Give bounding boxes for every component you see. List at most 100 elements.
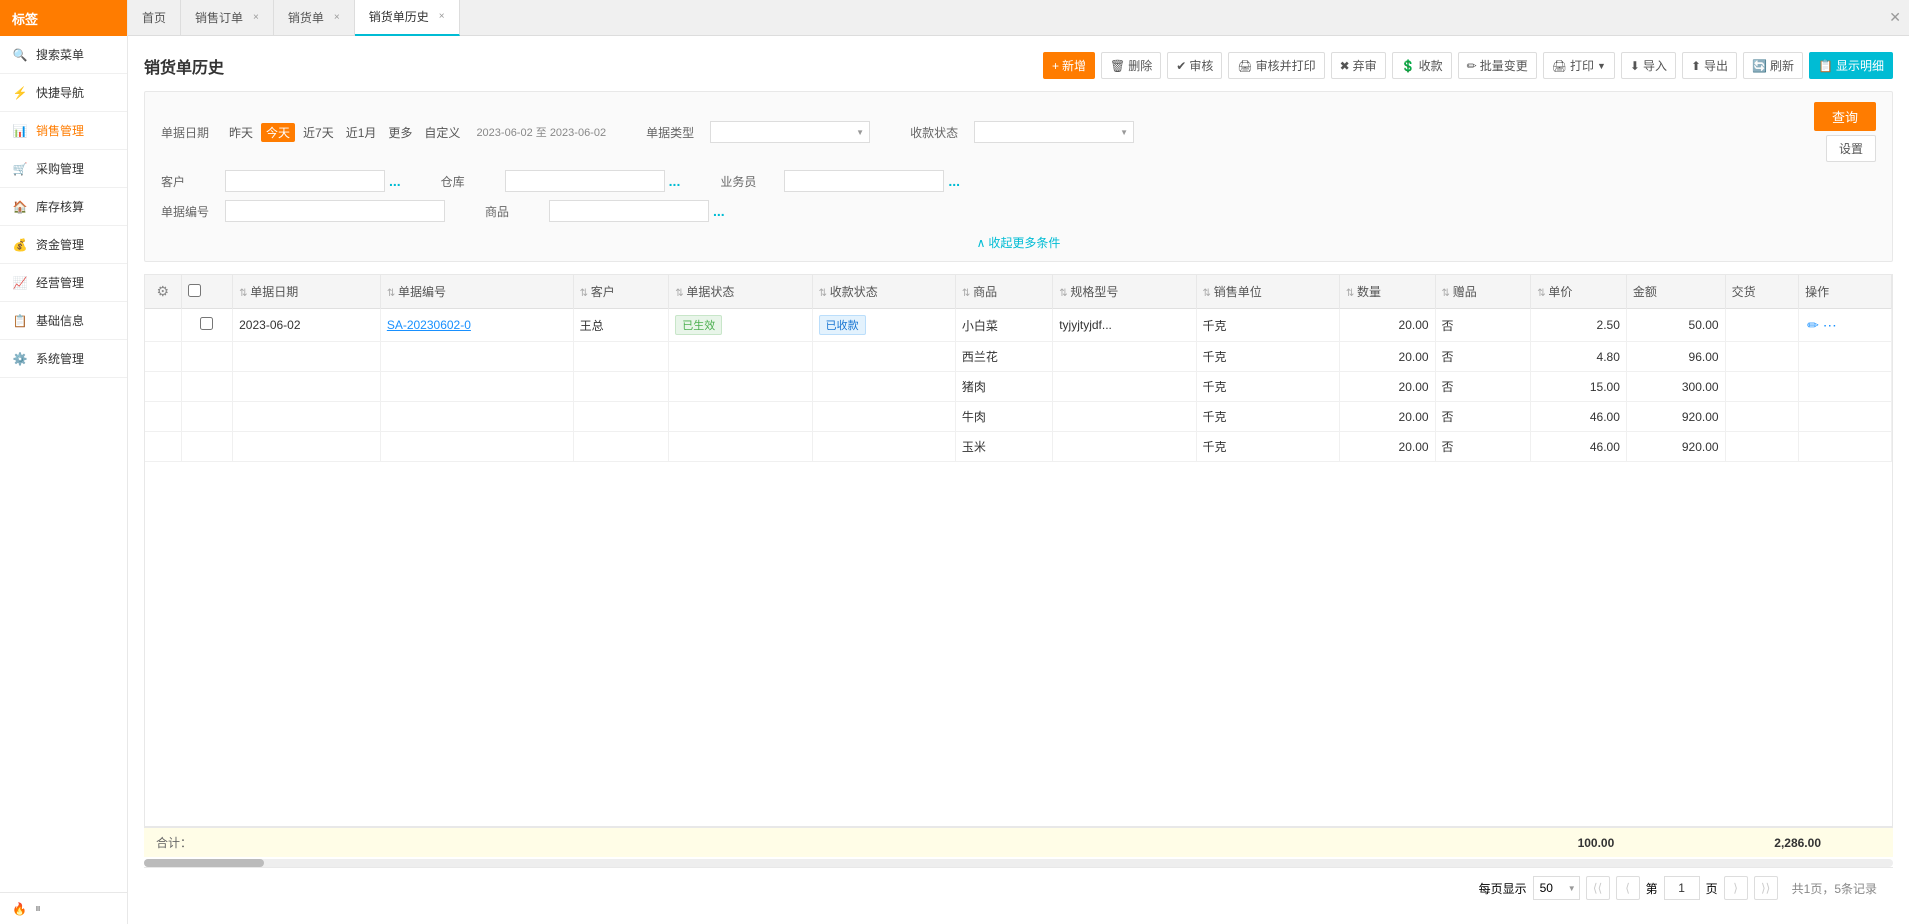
td-checkbox[interactable] [181, 309, 233, 342]
tab-sales-order[interactable]: 销售订单 × [181, 0, 274, 36]
td-checkbox[interactable] [181, 432, 233, 462]
delete-button[interactable]: 🗑 删除 [1101, 52, 1161, 79]
page-number-input[interactable] [1664, 876, 1700, 900]
setting-button[interactable]: 设置 [1826, 135, 1876, 162]
th-gift[interactable]: 赠品 [1435, 275, 1531, 309]
page-prev-btn[interactable]: ⟨ [1616, 876, 1640, 900]
warehouse-dots[interactable]: ... [669, 173, 681, 189]
td-price: 46.00 [1531, 402, 1627, 432]
th-doc-status[interactable]: 单据状态 [669, 275, 812, 309]
new-button[interactable]: + 新增 [1043, 52, 1095, 79]
td-doc-no[interactable] [380, 342, 573, 372]
horizontal-scrollbar[interactable] [144, 859, 1893, 867]
th-goods[interactable]: 商品 [955, 275, 1052, 309]
tab-sales-order-close[interactable]: × [253, 12, 259, 23]
gear-icon[interactable]: ⚙ [156, 283, 169, 299]
td-checkbox[interactable] [181, 342, 233, 372]
th-settings[interactable]: ⚙ [145, 275, 181, 309]
td-doc-no[interactable]: SA-20230602-0 [380, 309, 573, 342]
sidebar-item-inventory[interactable]: 🏠 库存核算 [0, 188, 127, 226]
receipt-status-badge: 已收款 [819, 315, 866, 335]
tab-sales-goods-close[interactable]: × [334, 12, 340, 23]
th-price[interactable]: 单价 [1531, 275, 1627, 309]
row-checkbox[interactable] [200, 317, 213, 330]
staff-input[interactable] [784, 170, 944, 192]
window-close-btn[interactable]: ✕ [1889, 9, 1909, 26]
more-btn[interactable]: ⋯ [1821, 317, 1839, 334]
sidebar-item-search-menu[interactable]: 🔍 搜索菜单 [0, 36, 127, 74]
warehouse-input[interactable] [505, 170, 665, 192]
import-button[interactable]: ⬇ 导入 [1621, 52, 1676, 79]
ops-mgmt-icon: 📈 [12, 275, 28, 291]
doc-type-select[interactable] [710, 121, 870, 143]
customer-dots[interactable]: ... [389, 173, 401, 189]
th-receipt-status[interactable]: 收款状态 [812, 275, 955, 309]
export-button[interactable]: ⬆ 导出 [1682, 52, 1737, 79]
th-date[interactable]: 单据日期 [233, 275, 381, 309]
batch-change-button[interactable]: ✏ 批量变更 [1458, 52, 1537, 79]
date-7days[interactable]: 近7天 [299, 123, 338, 142]
tab-sales-history[interactable]: 销货单历史 × [355, 0, 460, 36]
sidebar-item-sales-mgmt[interactable]: 📊 销售管理 [0, 112, 127, 150]
td-doc-no[interactable] [380, 432, 573, 462]
date-1month[interactable]: 近1月 [342, 123, 381, 142]
audit-print-icon: 🖨 [1237, 59, 1252, 73]
doc-no-link[interactable]: SA-20230602-0 [387, 318, 471, 332]
td-checkbox[interactable] [181, 402, 233, 432]
sidebar-item-ops-mgmt[interactable]: 📈 经营管理 [0, 264, 127, 302]
goods-input[interactable] [549, 200, 709, 222]
date-yesterday[interactable]: 昨天 [225, 123, 257, 142]
sidebar-item-base-info[interactable]: 📋 基础信息 [0, 302, 127, 340]
receive-button[interactable]: 💲 收款 [1392, 52, 1452, 79]
select-all-checkbox[interactable] [188, 284, 201, 297]
print-button[interactable]: 🖨 打印 ▼ [1543, 52, 1615, 79]
th-unit[interactable]: 销售单位 [1196, 275, 1339, 309]
date-custom[interactable]: 自定义 [420, 123, 464, 142]
sidebar-item-sys-mgmt[interactable]: ⚙️ 系统管理 [0, 340, 127, 378]
discard-button[interactable]: ✖ 弃审 [1331, 52, 1386, 79]
page-next-btn[interactable]: ⟩ [1724, 876, 1748, 900]
goods-dots[interactable]: ... [713, 203, 725, 219]
refresh-button[interactable]: 🔄 刷新 [1743, 52, 1803, 79]
date-today[interactable]: 今天 [261, 123, 295, 142]
th-customer[interactable]: 客户 [573, 275, 669, 309]
sidebar-item-quick-nav[interactable]: ⚡ 快捷导航 [0, 74, 127, 112]
th-doc-no[interactable]: 单据编号 [380, 275, 573, 309]
audit-button[interactable]: ✔ 审核 [1167, 52, 1222, 79]
edit-btn[interactable]: ✏ [1805, 317, 1821, 334]
td-doc-no[interactable] [380, 402, 573, 432]
th-checkbox[interactable] [181, 275, 233, 309]
audit-print-button[interactable]: 🖨 审核并打印 [1228, 52, 1324, 79]
th-qty[interactable]: 数量 [1339, 275, 1435, 309]
customer-input[interactable] [225, 170, 385, 192]
staff-dots[interactable]: ... [948, 173, 960, 189]
pause-icon[interactable]: ⏸ [35, 901, 41, 916]
horizontal-scrollbar-thumb[interactable] [144, 859, 264, 867]
tab-home[interactable]: 首页 [128, 0, 181, 36]
sidebar-item-finance-mgmt[interactable]: 💰 资金管理 [0, 226, 127, 264]
td-doc-no[interactable] [380, 372, 573, 402]
show-detail-button[interactable]: 📋 显示明细 [1809, 52, 1893, 79]
collapse-arrow-icon: ∧ [977, 236, 986, 250]
date-more[interactable]: 更多 [384, 123, 416, 142]
doc-no-input[interactable] [225, 200, 445, 222]
tab-sales-goods[interactable]: 销货单 × [274, 0, 355, 36]
tab-sales-history-close[interactable]: × [439, 11, 445, 22]
th-spec[interactable]: 规格型号 [1053, 275, 1196, 309]
td-qty: 20.00 [1339, 402, 1435, 432]
td-receipt-status [812, 432, 955, 462]
per-page-select[interactable]: 20 50 100 200 [1533, 876, 1580, 900]
sidebar-item-purchase-mgmt[interactable]: 🛒 采购管理 [0, 150, 127, 188]
per-page-label: 每页显示 [1479, 880, 1527, 897]
td-receipt-status [812, 342, 955, 372]
receipt-status-select[interactable] [974, 121, 1134, 143]
collapse-btn[interactable]: ∧ 收起更多条件 [977, 234, 1061, 251]
query-button[interactable]: 查询 [1814, 102, 1876, 131]
page-first-btn[interactable]: ⟨⟨ [1586, 876, 1610, 900]
base-info-icon: 📋 [12, 313, 28, 329]
page-last-btn[interactable]: ⟩⟩ [1754, 876, 1778, 900]
table-header-row: ⚙ 单据日期 单据编号 客户 [145, 275, 1892, 309]
footer-total-qty: 100.00 [1578, 836, 1775, 850]
fire-icon[interactable]: 🔥 [12, 902, 27, 916]
td-checkbox[interactable] [181, 372, 233, 402]
